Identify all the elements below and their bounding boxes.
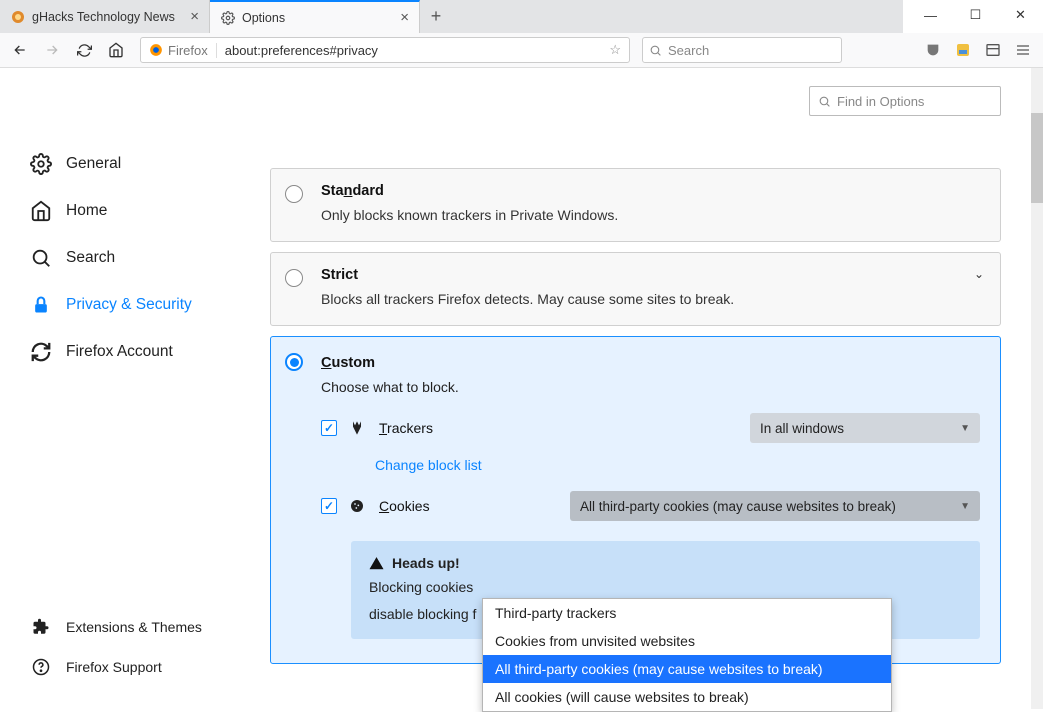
search-icon bbox=[30, 247, 52, 269]
maximize-button[interactable]: ☐ bbox=[953, 0, 998, 30]
search-bar[interactable]: Search bbox=[642, 37, 842, 63]
ghacks-favicon-icon bbox=[10, 9, 26, 25]
find-in-options[interactable]: Find in Options bbox=[809, 86, 1001, 116]
category-sidebar: General Home Search Privacy & Security F… bbox=[30, 140, 250, 375]
dropdown-option[interactable]: All cookies (will cause websites to brea… bbox=[483, 683, 891, 711]
cookies-label: Cookies bbox=[379, 498, 430, 514]
cookies-row: ✓ Cookies All third-party cookies (may c… bbox=[321, 491, 980, 521]
sidebar-item-privacy[interactable]: Privacy & Security bbox=[30, 281, 250, 328]
radio-strict[interactable] bbox=[285, 269, 303, 287]
option-title: Standard bbox=[321, 183, 980, 199]
select-value: In all windows bbox=[760, 421, 844, 436]
cookies-select[interactable]: All third-party cookies (may cause websi… bbox=[570, 491, 980, 521]
extension-icon[interactable] bbox=[949, 36, 977, 64]
sidebar-item-label: Home bbox=[66, 202, 107, 220]
radio-standard[interactable] bbox=[285, 185, 303, 203]
sidebar-bottom: Extensions & Themes Firefox Support bbox=[30, 607, 250, 687]
sync-icon bbox=[30, 341, 52, 363]
tab-strip: gHacks Technology News × Options × + bbox=[0, 0, 903, 33]
chevron-down-icon: ▼ bbox=[960, 501, 970, 512]
scrollbar-thumb[interactable] bbox=[1031, 113, 1043, 203]
main-panel: Standard Only blocks known trackers in P… bbox=[270, 168, 1001, 664]
radio-custom[interactable] bbox=[285, 353, 303, 371]
cookies-checkbox[interactable]: ✓ bbox=[321, 498, 337, 514]
sidebar-item-label: Firefox Account bbox=[66, 343, 173, 361]
dropdown-option[interactable]: Cookies from unvisited websites bbox=[483, 627, 891, 655]
option-desc: Only blocks known trackers in Private Wi… bbox=[321, 207, 980, 223]
search-icon bbox=[818, 95, 831, 108]
minimize-button[interactable]: — bbox=[908, 0, 953, 30]
library-icon[interactable] bbox=[979, 36, 1007, 64]
select-value: All third-party cookies (may cause websi… bbox=[580, 499, 896, 514]
gear-icon bbox=[30, 153, 52, 175]
heads-up-title: Heads up! bbox=[369, 555, 962, 571]
address-bar[interactable]: Firefox about:preferences#privacy ☆ bbox=[140, 37, 630, 63]
tab-label: gHacks Technology News bbox=[32, 10, 175, 24]
back-button[interactable] bbox=[6, 36, 34, 64]
change-block-list-link[interactable]: Change block list bbox=[375, 457, 482, 473]
home-button[interactable] bbox=[102, 36, 130, 64]
tab-ghacks[interactable]: gHacks Technology News × bbox=[0, 0, 210, 33]
tab-label: Options bbox=[242, 11, 285, 25]
trackers-label: Trackers bbox=[379, 420, 433, 436]
browser-toolbar: Firefox about:preferences#privacy ☆ Sear… bbox=[0, 33, 1043, 68]
close-window-button[interactable]: ✕ bbox=[998, 0, 1043, 30]
puzzle-icon bbox=[30, 616, 52, 638]
identity-label: Firefox bbox=[168, 43, 208, 58]
lock-icon bbox=[30, 294, 52, 316]
scrollbar-track[interactable] bbox=[1031, 68, 1043, 709]
gear-icon bbox=[220, 10, 236, 26]
sidebar-item-label: General bbox=[66, 155, 121, 173]
dropdown-option[interactable]: Third-party trackers bbox=[483, 599, 891, 627]
option-title: Strict bbox=[321, 267, 980, 283]
sidebar-item-general[interactable]: General bbox=[30, 140, 250, 187]
find-placeholder: Find in Options bbox=[837, 94, 924, 109]
option-desc: Choose what to block. bbox=[321, 379, 980, 395]
close-icon[interactable]: × bbox=[190, 8, 199, 25]
home-icon bbox=[30, 200, 52, 222]
dropdown-option-selected[interactable]: All third-party cookies (may cause websi… bbox=[483, 655, 891, 683]
change-block-list-row: Change block list bbox=[321, 457, 980, 473]
url-text: about:preferences#privacy bbox=[217, 43, 602, 58]
close-icon[interactable]: × bbox=[400, 9, 409, 26]
tab-options[interactable]: Options × bbox=[210, 0, 420, 33]
help-icon bbox=[30, 656, 52, 678]
sidebar-item-label: Extensions & Themes bbox=[66, 619, 202, 635]
warning-icon bbox=[369, 556, 384, 571]
ublock-icon[interactable] bbox=[919, 36, 947, 64]
option-desc: Blocks all trackers Firefox detects. May… bbox=[321, 291, 980, 307]
chevron-down-icon: ▼ bbox=[960, 423, 970, 434]
sidebar-item-search[interactable]: Search bbox=[30, 234, 250, 281]
identity-box[interactable]: Firefox bbox=[141, 43, 217, 58]
option-strict[interactable]: Strict Blocks all trackers Firefox detec… bbox=[270, 252, 1001, 326]
cookies-dropdown[interactable]: Third-party trackers Cookies from unvisi… bbox=[482, 598, 892, 712]
sidebar-item-account[interactable]: Firefox Account bbox=[30, 328, 250, 375]
trackers-checkbox[interactable]: ✓ bbox=[321, 420, 337, 436]
trackers-select[interactable]: In all windows ▼ bbox=[750, 413, 980, 443]
sidebar-item-extensions[interactable]: Extensions & Themes bbox=[30, 607, 250, 647]
trackers-row: ✓ Trackers In all windows ▼ bbox=[321, 413, 980, 443]
option-title: Custom bbox=[321, 355, 980, 371]
heads-up-line1: Blocking cookies bbox=[369, 577, 962, 598]
firefox-favicon-icon bbox=[149, 43, 163, 57]
sidebar-item-home[interactable]: Home bbox=[30, 187, 250, 234]
titlebar: — ☐ ✕ bbox=[903, 0, 1043, 30]
sidebar-item-support[interactable]: Firefox Support bbox=[30, 647, 250, 687]
search-placeholder: Search bbox=[668, 43, 709, 58]
new-tab-button[interactable]: + bbox=[420, 0, 452, 33]
tracker-icon bbox=[349, 420, 367, 436]
option-standard[interactable]: Standard Only blocks known trackers in P… bbox=[270, 168, 1001, 242]
chevron-down-icon[interactable]: ⌄ bbox=[974, 267, 984, 281]
menu-button[interactable] bbox=[1009, 36, 1037, 64]
forward-button[interactable] bbox=[38, 36, 66, 64]
sidebar-item-label: Search bbox=[66, 249, 115, 267]
reload-button[interactable] bbox=[70, 36, 98, 64]
cookie-icon bbox=[349, 498, 367, 514]
bookmark-star-icon[interactable]: ☆ bbox=[601, 42, 629, 58]
search-icon bbox=[649, 44, 662, 57]
sidebar-item-label: Firefox Support bbox=[66, 659, 162, 675]
sidebar-item-label: Privacy & Security bbox=[66, 296, 192, 314]
